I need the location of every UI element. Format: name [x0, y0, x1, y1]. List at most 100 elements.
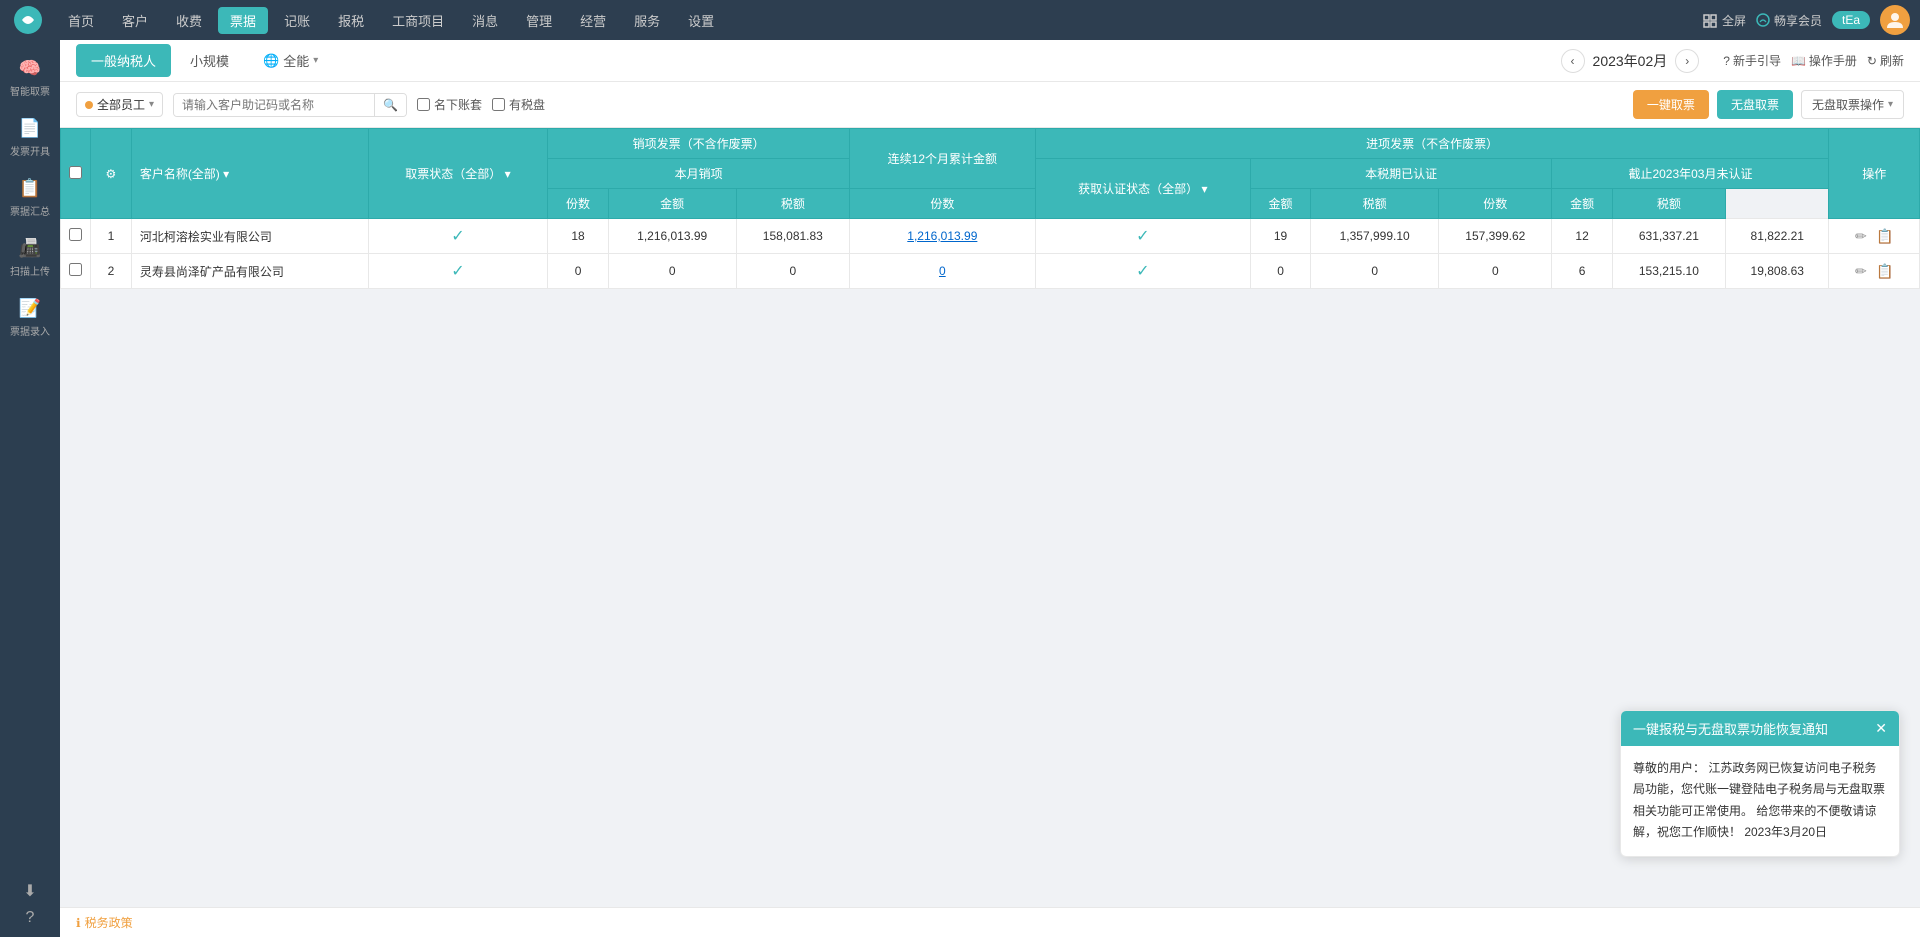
- tea-button[interactable]: tEa: [1832, 11, 1870, 29]
- refresh-label: 刷新: [1880, 52, 1904, 69]
- user-avatar[interactable]: [1880, 5, 1910, 35]
- nav-items: 首页 客户 收费 票据 记账 报税 工商项目 消息 管理 经营 服务 设置: [56, 7, 1703, 34]
- row-s-12m-1[interactable]: 0: [849, 254, 1035, 289]
- all-tab-arrow: ▾: [313, 55, 318, 66]
- month-prev-btn[interactable]: ‹: [1561, 49, 1585, 73]
- invoice-open-icon: 📄: [19, 118, 41, 139]
- sidebar-item-invoice-summary[interactable]: 📋 票据汇总: [3, 170, 57, 226]
- row-idx-0: 1: [91, 219, 132, 254]
- employee-label: 全部员工: [97, 96, 145, 113]
- nav-manage[interactable]: 管理: [514, 7, 564, 34]
- nav-home[interactable]: 首页: [56, 7, 106, 34]
- status-bar: ℹ 税务政策: [60, 907, 1920, 937]
- new-guide-btn[interactable]: ? 新手引导: [1723, 52, 1781, 69]
- all-tab-label: 全能: [283, 51, 309, 70]
- manual-icon: 📖: [1791, 54, 1806, 68]
- popup-body: 尊敬的用户： 江苏政务网已恢复访问电子税务局功能，您代账一键登陆电子税务局与无盘…: [1621, 746, 1899, 856]
- sidebar-help-icon[interactable]: ?: [26, 909, 35, 927]
- row-checkbox-0[interactable]: [61, 219, 91, 254]
- invoice-summary-icon: 📋: [19, 178, 41, 199]
- row-u-tax-1: 19,808.63: [1726, 254, 1829, 289]
- nav-message[interactable]: 消息: [460, 7, 510, 34]
- checkbox-account-input[interactable]: [417, 98, 430, 111]
- nav-tax[interactable]: 报税: [326, 7, 376, 34]
- row-detail-icon-1[interactable]: 📋: [1876, 263, 1893, 279]
- row-checkbox-1[interactable]: [61, 254, 91, 289]
- checkbox-account[interactable]: 名下账套: [417, 96, 482, 113]
- nav-business[interactable]: 工商项目: [380, 7, 456, 34]
- sidebar-label-scan-upload: 扫描上传: [10, 263, 50, 278]
- main-table: ⚙ 客户名称(全部) ▾ 取票状态（全部） ▾ 销项发票（不含作废票） 连续12…: [60, 128, 1920, 289]
- popup-title: 一键报税与无盘取票功能恢复通知: [1633, 719, 1828, 738]
- row-u-tax-0: 81,822.21: [1726, 219, 1829, 254]
- wupan-quepiao-btn[interactable]: 无盘取票: [1717, 90, 1793, 119]
- sidebar-item-invoice-entry[interactable]: 📝 票据录入: [3, 290, 57, 346]
- nav-bookkeeping[interactable]: 记账: [272, 7, 322, 34]
- tab-small-scale[interactable]: 小规模: [175, 44, 244, 77]
- nav-service[interactable]: 服务: [622, 7, 672, 34]
- th-customer: 客户名称(全部) ▾: [131, 129, 368, 219]
- row-auth-status-1: ✓: [1035, 254, 1250, 289]
- th-sales-12m: 连续12个月累计金额: [849, 129, 1035, 189]
- th-p-count: 份数: [849, 189, 1035, 219]
- sidebar-download-icon[interactable]: ⬇: [23, 881, 36, 901]
- row-u-amount-0: 631,337.21: [1612, 219, 1725, 254]
- th-u-amount: 金额: [1552, 189, 1612, 219]
- row-edit-icon-0[interactable]: ✏: [1855, 228, 1867, 244]
- refresh-btn[interactable]: ↻ 刷新: [1867, 52, 1904, 69]
- yijian-quepiao-btn[interactable]: 一键取票: [1633, 90, 1709, 119]
- status-text[interactable]: 税务政策: [85, 914, 133, 931]
- th-sales-group: 销项发票（不含作废票）: [548, 129, 850, 159]
- sidebar-item-smart-ticket[interactable]: 🧠 智能取票: [3, 50, 57, 106]
- nav-invoice[interactable]: 票据: [218, 7, 268, 34]
- refresh-icon: ↻: [1867, 54, 1877, 68]
- manual-label: 操作手册: [1809, 52, 1857, 69]
- wupan-ops-btn[interactable]: 无盘取票操作 ▾: [1801, 90, 1904, 119]
- sidebar-label-invoice-open: 发票开具: [10, 143, 50, 158]
- checkbox-taxdisk[interactable]: 有税盘: [492, 96, 545, 113]
- select-all-checkbox[interactable]: [69, 166, 82, 179]
- row-s-12m-0[interactable]: 1,216,013.99: [849, 219, 1035, 254]
- th-ops: 操作: [1829, 129, 1920, 219]
- th-purchase-before: 截止2023年03月未认证: [1552, 159, 1829, 189]
- th-settings: ⚙: [91, 129, 132, 219]
- row-customer-1[interactable]: 灵寿县尚泽矿产品有限公司: [131, 254, 368, 289]
- filter-right: 一键取票 无盘取票 无盘取票操作 ▾: [1633, 90, 1904, 119]
- search-input[interactable]: [174, 94, 374, 116]
- search-box: 🔍: [173, 93, 407, 117]
- row-idx-1: 2: [91, 254, 132, 289]
- new-guide-label: 新手引导: [1733, 52, 1781, 69]
- row-s-amount-0: 1,216,013.99: [608, 219, 736, 254]
- sidebar-item-invoice-open[interactable]: 📄 发票开具: [3, 110, 57, 166]
- row-s-tax-1: 0: [736, 254, 849, 289]
- search-button[interactable]: 🔍: [374, 94, 406, 116]
- nav-customer[interactable]: 客户: [110, 7, 160, 34]
- nav-fee[interactable]: 收费: [164, 7, 214, 34]
- row-auth-status-0: ✓: [1035, 219, 1250, 254]
- row-edit-icon-1[interactable]: ✏: [1855, 263, 1867, 279]
- th-customer-filter[interactable]: ▾: [223, 167, 229, 181]
- employee-select[interactable]: 全部员工 ▾: [76, 92, 163, 117]
- month-nav: ‹ 2023年02月 ›: [1561, 49, 1700, 73]
- tab-all[interactable]: 🌐 全能 ▾: [248, 44, 333, 77]
- sidebar-item-scan-upload[interactable]: 📠 扫描上传: [3, 230, 57, 286]
- nav-settings[interactable]: 设置: [676, 7, 726, 34]
- th-auth-filter[interactable]: ▾: [1201, 182, 1207, 196]
- fullscreen-btn[interactable]: 全屏: [1703, 12, 1746, 29]
- new-guide-icon: ?: [1723, 54, 1730, 68]
- row-p-tax-1: 0: [1439, 254, 1552, 289]
- month-label: 2023年02月: [1593, 51, 1668, 71]
- th-status-filter[interactable]: ▾: [505, 167, 511, 181]
- row-customer-0[interactable]: 河北柯溶桧实业有限公司: [131, 219, 368, 254]
- employee-dot: [85, 101, 93, 109]
- table-row: 2 灵寿县尚泽矿产品有限公司 ✓ 0 0 0 0 ✓ 0 0 0 6 153,2…: [61, 254, 1920, 289]
- popup-close-btn[interactable]: ✕: [1875, 720, 1887, 737]
- tab-general-taxpayer[interactable]: 一般纳税人: [76, 44, 171, 77]
- member-btn[interactable]: 畅享会员: [1756, 12, 1822, 29]
- row-p-amount-0: 1,357,999.10: [1311, 219, 1439, 254]
- row-detail-icon-0[interactable]: 📋: [1876, 228, 1893, 244]
- month-next-btn[interactable]: ›: [1675, 49, 1699, 73]
- checkbox-taxdisk-input[interactable]: [492, 98, 505, 111]
- nav-operation[interactable]: 经营: [568, 7, 618, 34]
- manual-btn[interactable]: 📖 操作手册: [1791, 52, 1857, 69]
